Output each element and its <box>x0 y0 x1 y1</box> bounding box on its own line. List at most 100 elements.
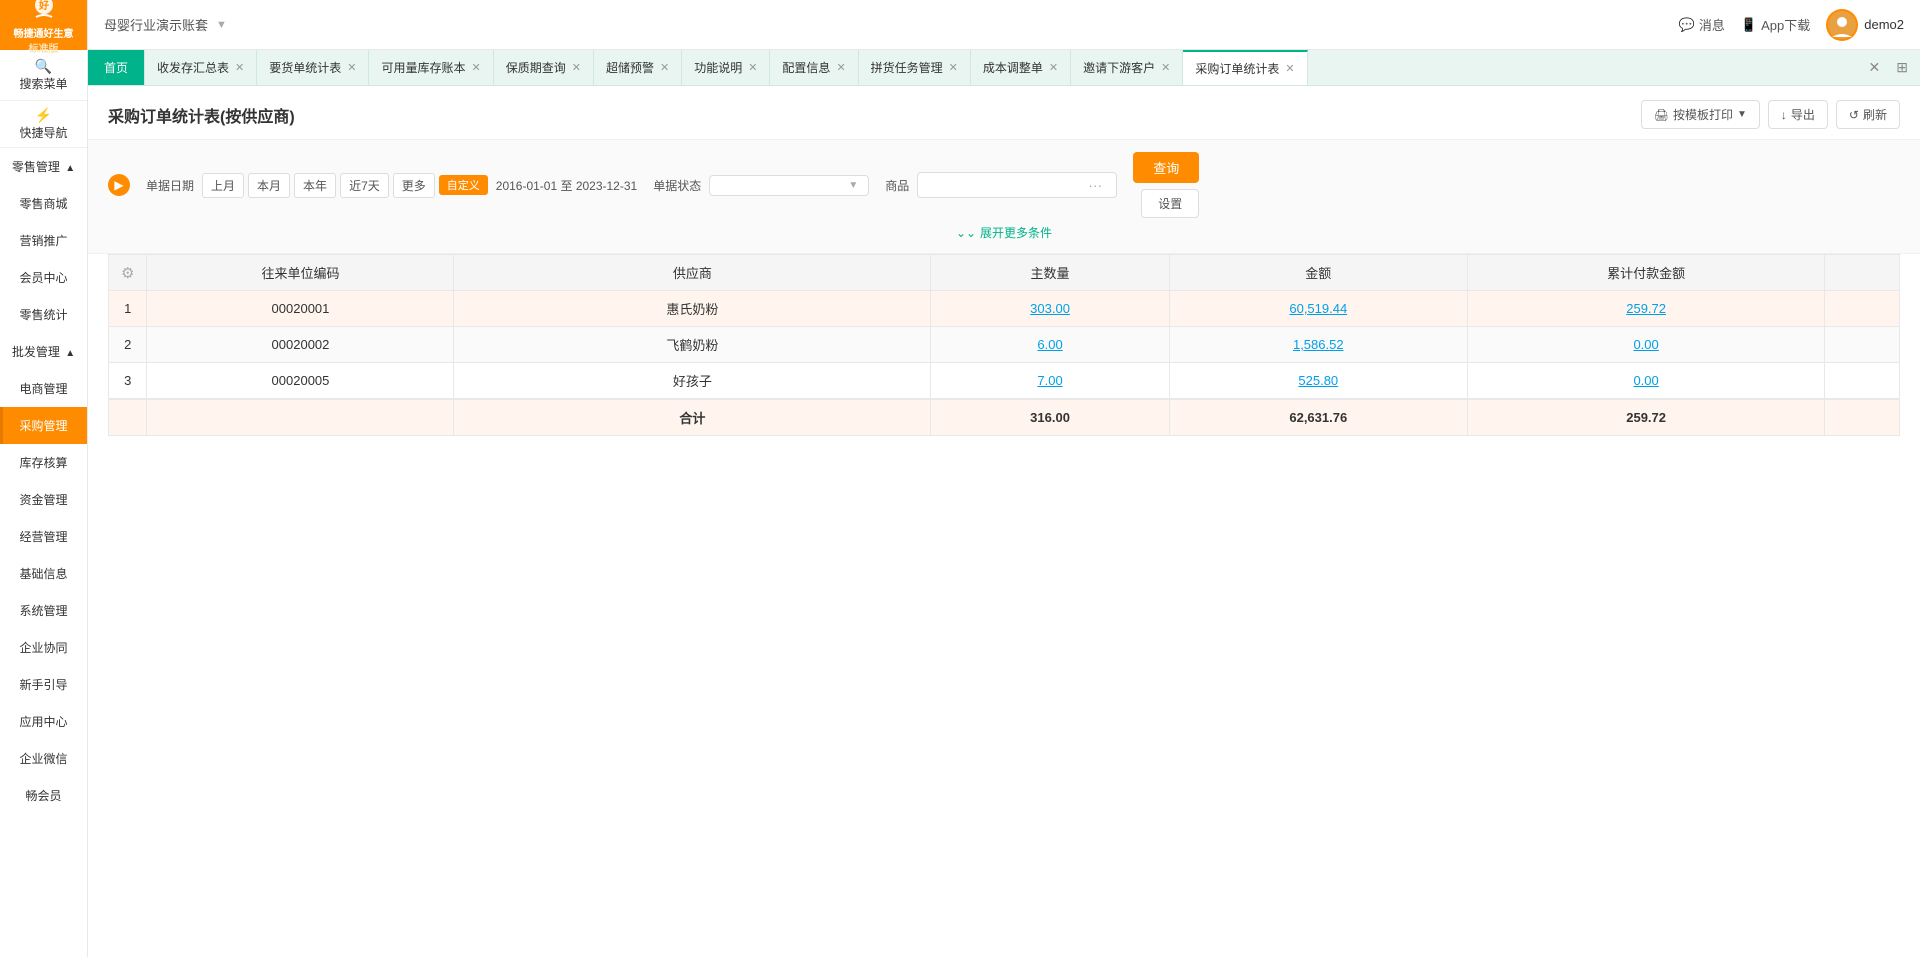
sidebar-item-basics[interactable]: 基础信息 <box>0 555 87 592</box>
print-button[interactable]: 🖨 按模板打印 ▼ <box>1641 100 1760 129</box>
table-section: ⚙ 往来单位编码 供应商 主数量 金额 累计付款金额 1 00020001 <box>88 254 1920 436</box>
tab-close-icon[interactable]: ✕ <box>660 61 669 74</box>
status-select[interactable]: ▼ <box>709 175 869 196</box>
set-button[interactable]: 设置 <box>1141 189 1199 218</box>
date-btn-more[interactable]: 更多 <box>393 173 435 198</box>
tab-close-icon[interactable]: ✕ <box>836 61 845 74</box>
tab-pinhuo-label: 拼货任务管理 <box>871 59 943 76</box>
tab-chengben[interactable]: 成本调整单 ✕ <box>971 50 1071 85</box>
row2-no: 2 <box>109 327 147 363</box>
workspace-selector[interactable]: 母婴行业演示账套 ▼ <box>104 15 227 34</box>
date-filter-label: 单据日期 <box>146 177 194 194</box>
user-menu[interactable]: demo2 <box>1826 9 1904 41</box>
row3-extra <box>1825 363 1900 400</box>
tab-yaohuotong-label: 要货单统计表 <box>269 59 341 76</box>
query-button[interactable]: 查询 <box>1133 152 1199 183</box>
export-button[interactable]: ↓ 导出 <box>1768 100 1828 129</box>
sidebar-item-quicknav[interactable]: ⚡ 快捷导航 <box>0 101 87 148</box>
tab-keyongliang[interactable]: 可用量库存账本 ✕ <box>369 50 493 85</box>
tab-gongneng[interactable]: 功能说明 ✕ <box>682 50 770 85</box>
col-extra <box>1825 255 1900 291</box>
tab-close-icon[interactable]: ✕ <box>572 61 581 74</box>
row2-extra <box>1825 327 1900 363</box>
sidebar-item-purchase[interactable]: 采购管理 <box>0 407 87 444</box>
date-btn-this-month[interactable]: 本月 <box>248 173 290 198</box>
tab-shoufahuizong[interactable]: 收发存汇总表 ✕ <box>145 50 257 85</box>
tab-chaochuyujing[interactable]: 超储预警 ✕ <box>594 50 682 85</box>
tab-close-icon[interactable]: ✕ <box>1161 61 1170 74</box>
tab-close-icon[interactable]: ✕ <box>472 61 481 74</box>
col-code-header: 往来单位编码 <box>147 255 454 291</box>
tab-shoufahuizong-label: 收发存汇总表 <box>157 59 229 76</box>
tab-yaoqing-label: 邀请下游客户 <box>1083 59 1155 76</box>
date-btn-7days[interactable]: 近7天 <box>340 173 389 198</box>
tab-caigou[interactable]: 采购订单统计表 ✕ <box>1183 50 1307 85</box>
sidebar-item-ecommerce[interactable]: 电商管理 <box>0 370 87 407</box>
tab-close-icon[interactable]: ✕ <box>347 61 356 74</box>
row2-code: 00020002 <box>147 327 454 363</box>
tab-close-icon[interactable]: ✕ <box>949 61 958 74</box>
date-btn-this-year[interactable]: 本年 <box>294 173 336 198</box>
row1-qty-link[interactable]: 303.00 <box>1030 301 1070 316</box>
avatar <box>1826 9 1858 41</box>
tab-close-icon[interactable]: ✕ <box>1049 61 1058 74</box>
row2-paid: 0.00 <box>1467 327 1825 363</box>
sidebar-item-newguide[interactable]: 新手引导 <box>0 666 87 703</box>
user-name: demo2 <box>1864 17 1904 32</box>
tab-home[interactable]: 首页 <box>88 50 145 85</box>
ellipsis-icon[interactable]: ··· <box>1084 177 1106 193</box>
tabbar-maximize-btn[interactable]: ⊞ <box>1892 57 1912 78</box>
tab-close-icon[interactable]: ✕ <box>235 61 244 74</box>
sidebar-item-wechat[interactable]: 企业微信 <box>0 740 87 777</box>
tab-pinhuo[interactable]: 拼货任务管理 ✕ <box>859 50 971 85</box>
tabbar-close-btn[interactable]: ✕ <box>1865 57 1885 78</box>
sidebar-item-enterprise[interactable]: 企业协同 <box>0 629 87 666</box>
sidebar-item-finance[interactable]: 资金管理 <box>0 481 87 518</box>
tab-baozhi[interactable]: 保质期查询 ✕ <box>494 50 594 85</box>
table-row: 2 00020002 飞鹤奶粉 6.00 1,586.52 0.00 <box>109 327 1900 363</box>
sidebar-item-batch[interactable]: 批发管理 ▲ <box>0 333 87 370</box>
app-download-button[interactable]: 📱 App下载 <box>1741 15 1810 34</box>
sidebar-item-retail-shop[interactable]: 零售商城 <box>0 185 87 222</box>
sidebar-item-retail-stat[interactable]: 零售统计 <box>0 296 87 333</box>
logo-icon: 好 <box>28 0 60 23</box>
row3-amount-link[interactable]: 525.80 <box>1298 373 1338 388</box>
tab-yaoqing[interactable]: 邀请下游客户 ✕ <box>1071 50 1183 85</box>
sidebar-item-retail[interactable]: 零售管理 ▲ <box>0 148 87 185</box>
row2-qty-link[interactable]: 6.00 <box>1037 337 1062 352</box>
row1-amount: 60,519.44 <box>1169 291 1467 327</box>
tab-peizhi[interactable]: 配置信息 ✕ <box>770 50 858 85</box>
filter-toggle-button[interactable]: ▶ <box>108 174 130 196</box>
row3-paid-link[interactable]: 0.00 <box>1633 373 1658 388</box>
col-supplier-header: 供应商 <box>454 255 931 291</box>
row1-amount-link[interactable]: 60,519.44 <box>1289 301 1347 316</box>
gear-icon[interactable]: ⚙ <box>121 265 134 282</box>
sidebar-item-system[interactable]: 系统管理 <box>0 592 87 629</box>
row2-amount-link[interactable]: 1,586.52 <box>1293 337 1344 352</box>
sidebar-item-operations[interactable]: 经营管理 <box>0 518 87 555</box>
row3-qty-link[interactable]: 7.00 <box>1037 373 1062 388</box>
date-btn-last-month[interactable]: 上月 <box>202 173 244 198</box>
goods-input[interactable]: ··· <box>917 172 1117 198</box>
tab-close-active-icon[interactable]: ✕ <box>1285 62 1294 75</box>
tab-close-icon[interactable]: ✕ <box>748 61 757 74</box>
sidebar-item-inventory[interactable]: 库存核算 <box>0 444 87 481</box>
footer-paid: 259.72 <box>1467 399 1825 436</box>
topbar-right: 💬 消息 📱 App下载 demo2 <box>1679 9 1904 41</box>
sidebar-item-marketing[interactable]: 营销推广 <box>0 222 87 259</box>
sidebar-item-member[interactable]: 会员中心 <box>0 259 87 296</box>
sidebar-item-vip[interactable]: 畅会员 <box>0 777 87 814</box>
message-icon: 💬 <box>1679 17 1695 33</box>
expand-more-button[interactable]: ⌄⌄ 展开更多条件 <box>108 218 1900 241</box>
message-button[interactable]: 💬 消息 <box>1679 15 1725 34</box>
refresh-button[interactable]: ↺ 刷新 <box>1836 100 1900 129</box>
col-qty-header: 主数量 <box>931 255 1169 291</box>
sidebar-item-search[interactable]: 🔍 搜索菜单 <box>0 50 87 101</box>
row1-paid-link[interactable]: 259.72 <box>1626 301 1666 316</box>
tab-yaohuotong[interactable]: 要货单统计表 ✕ <box>257 50 369 85</box>
tabbar-end: ✕ ⊞ <box>1857 50 1920 85</box>
main-content: 母婴行业演示账套 ▼ 💬 消息 📱 App下载 demo <box>88 0 1920 957</box>
row2-paid-link[interactable]: 0.00 <box>1633 337 1658 352</box>
row1-paid: 259.72 <box>1467 291 1825 327</box>
sidebar-item-appcenter[interactable]: 应用中心 <box>0 703 87 740</box>
